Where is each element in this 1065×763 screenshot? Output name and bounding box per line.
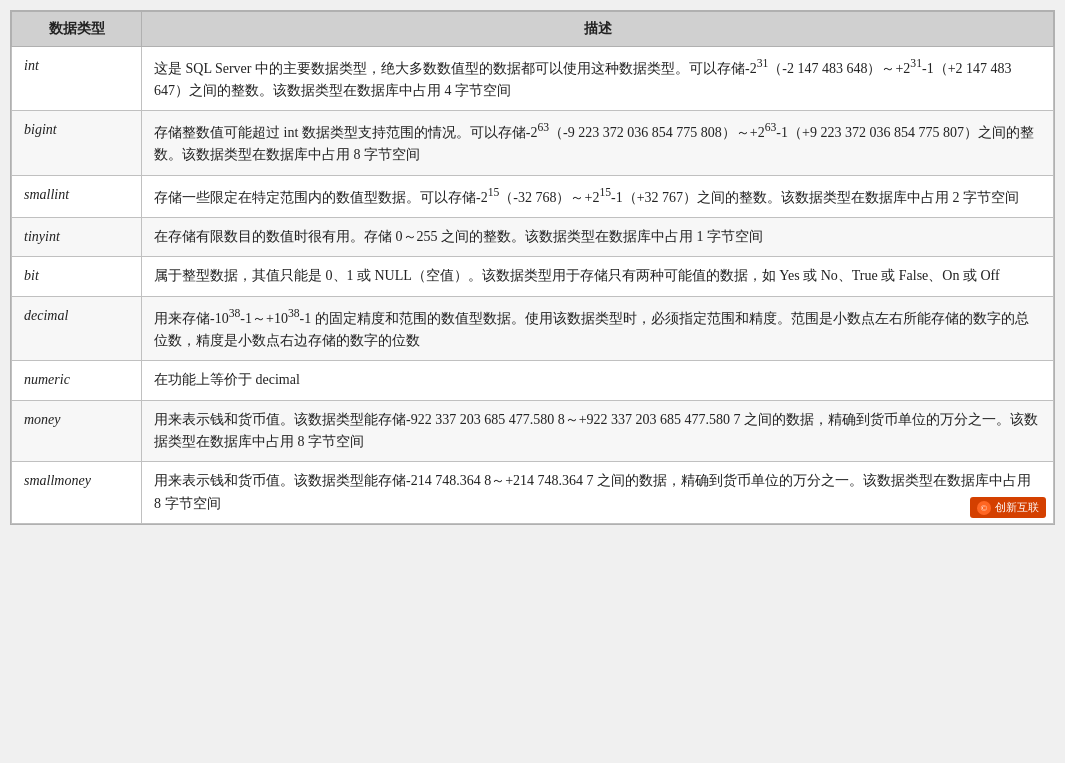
- main-container: 数据类型 描述 int这是 SQL Server 中的主要数据类型，绝大多数数值…: [10, 10, 1055, 525]
- watermark-text: 创新互联: [995, 500, 1039, 515]
- table-row: bigint存储整数值可能超过 int 数据类型支持范围的情况。可以存储-263…: [12, 111, 1054, 175]
- cell-desc-3: 在存储有限数目的数值时很有用。存储 0～255 之间的整数。该数据类型在数据库中…: [142, 217, 1054, 256]
- cell-desc-5: 用来存储-1038-1～+1038-1 的固定精度和范围的数值型数据。使用该数据…: [142, 296, 1054, 360]
- table-row: tinyint在存储有限数目的数值时很有用。存储 0～255 之间的整数。该数据…: [12, 217, 1054, 256]
- watermark-icon: ©: [977, 501, 991, 515]
- table-row: money用来表示钱和货币值。该数据类型能存储-922 337 203 685 …: [12, 400, 1054, 462]
- cell-type-0: int: [12, 47, 142, 111]
- cell-type-3: tinyint: [12, 217, 142, 256]
- data-types-table: 数据类型 描述 int这是 SQL Server 中的主要数据类型，绝大多数数值…: [11, 11, 1054, 524]
- cell-desc-4: 属于整型数据，其值只能是 0、1 或 NULL（空值）。该数据类型用于存储只有两…: [142, 257, 1054, 296]
- cell-desc-6: 在功能上等价于 decimal: [142, 361, 1054, 400]
- header-type: 数据类型: [12, 12, 142, 47]
- table-row: smallmoney用来表示钱和货币值。该数据类型能存储-214 748.364…: [12, 462, 1054, 524]
- cell-type-8: smallmoney: [12, 462, 142, 524]
- cell-desc-2: 存储一些限定在特定范围内的数值型数据。可以存储-215（-32 768）～+21…: [142, 175, 1054, 217]
- table-row: int这是 SQL Server 中的主要数据类型，绝大多数数值型的数据都可以使…: [12, 47, 1054, 111]
- table-row: bit属于整型数据，其值只能是 0、1 或 NULL（空值）。该数据类型用于存储…: [12, 257, 1054, 296]
- cell-type-2: smallint: [12, 175, 142, 217]
- table-row: smallint存储一些限定在特定范围内的数值型数据。可以存储-215（-32 …: [12, 175, 1054, 217]
- header-desc: 描述: [142, 12, 1054, 47]
- cell-desc-7: 用来表示钱和货币值。该数据类型能存储-922 337 203 685 477.5…: [142, 400, 1054, 462]
- cell-type-1: bigint: [12, 111, 142, 175]
- cell-type-6: numeric: [12, 361, 142, 400]
- table-row: decimal用来存储-1038-1～+1038-1 的固定精度和范围的数值型数…: [12, 296, 1054, 360]
- cell-type-5: decimal: [12, 296, 142, 360]
- table-header-row: 数据类型 描述: [12, 12, 1054, 47]
- table-row: numeric在功能上等价于 decimal: [12, 361, 1054, 400]
- cell-desc-0: 这是 SQL Server 中的主要数据类型，绝大多数数值型的数据都可以使用这种…: [142, 47, 1054, 111]
- watermark-badge: © 创新互联: [970, 497, 1046, 518]
- cell-type-7: money: [12, 400, 142, 462]
- cell-desc-1: 存储整数值可能超过 int 数据类型支持范围的情况。可以存储-263（-9 22…: [142, 111, 1054, 175]
- cell-desc-8: 用来表示钱和货币值。该数据类型能存储-214 748.364 8～+214 74…: [142, 462, 1054, 524]
- cell-type-4: bit: [12, 257, 142, 296]
